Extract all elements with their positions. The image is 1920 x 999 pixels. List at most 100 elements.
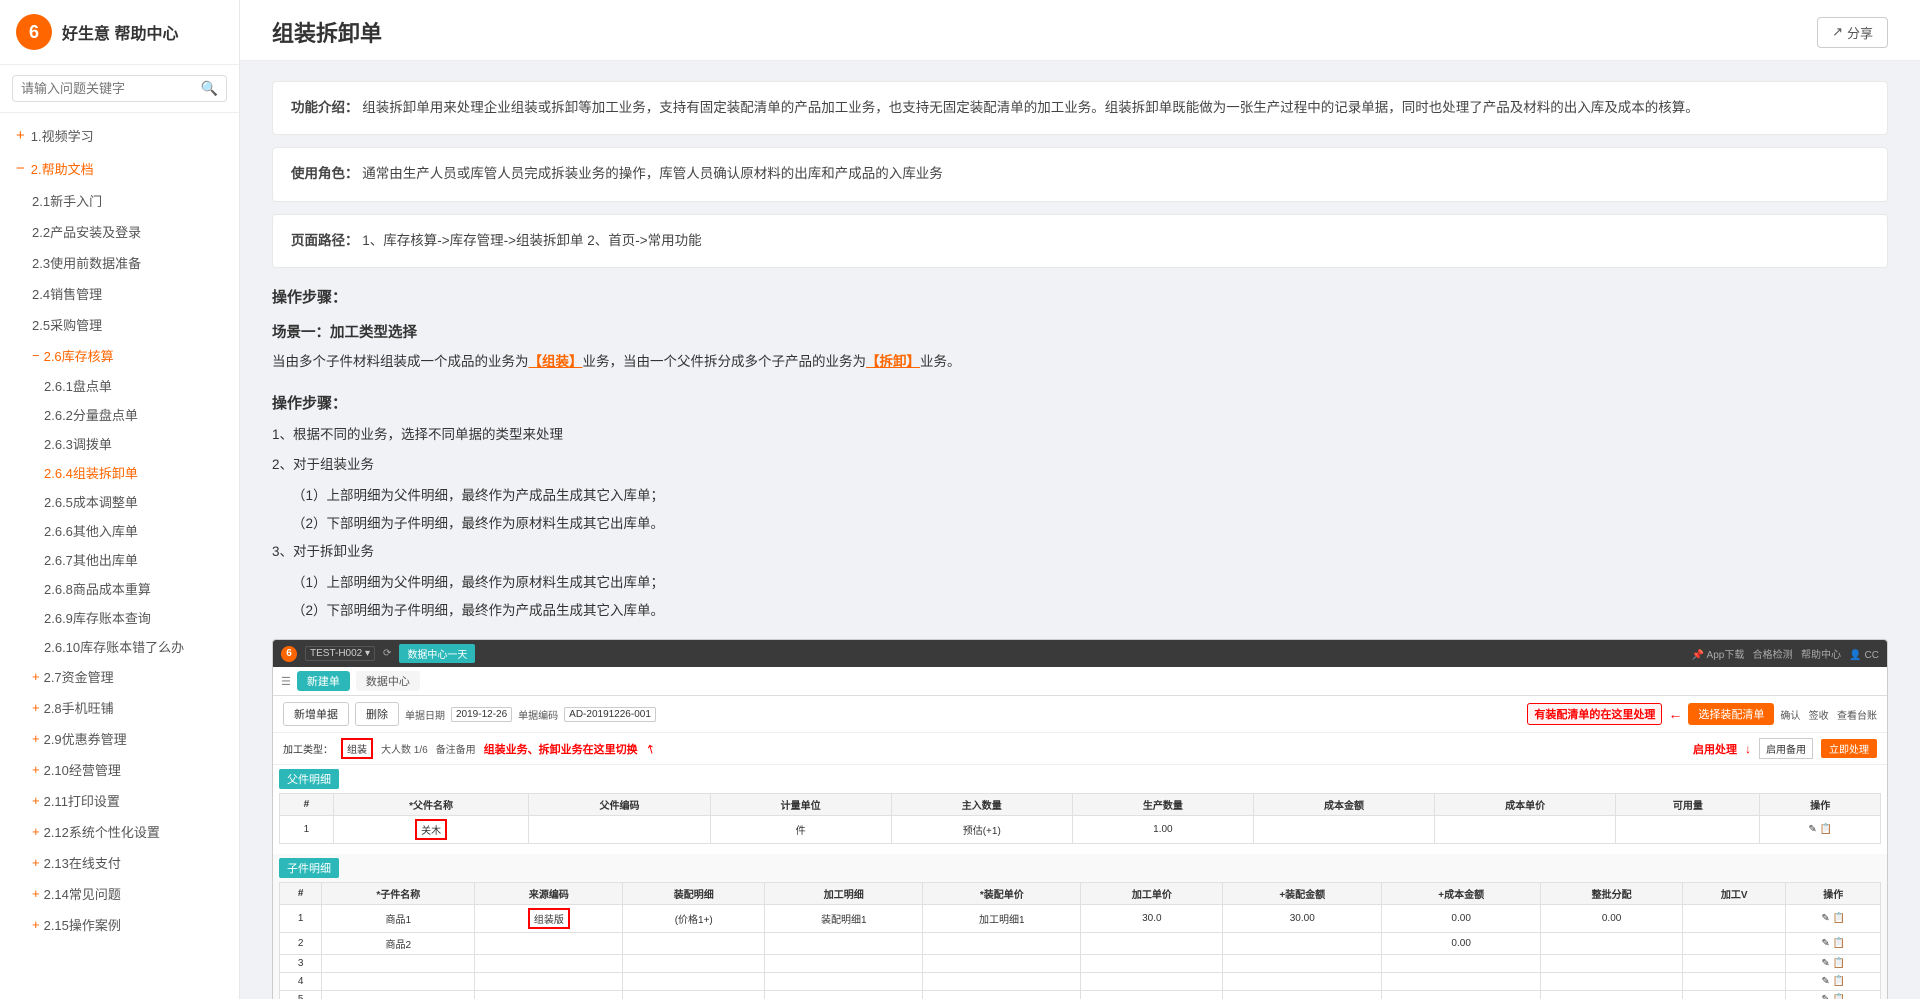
sidebar-item-label: 2.帮助文档 — [31, 159, 94, 178]
ss-child-row-1: 1 商品1 组装版 (价格1+) 装配明细1 加工明细1 30.0 30.00 … — [280, 905, 1881, 933]
path-block: 页面路径： 1、库存核算->库存管理->组装拆卸单 2、首页->常用功能 — [272, 214, 1888, 268]
ss-child-row-5: 5✎ 📋 — [280, 991, 1881, 999]
step-2-sub2: （2）下部明细为子件明细，最终作为原材料生成其它出库单。 — [292, 512, 1888, 536]
logo-icon: 6 — [16, 14, 52, 50]
ss-child-section-label: 子件明细 — [279, 858, 339, 878]
step-2-sub1: （1）上部明细为父件明细，最终作为产成品生成其它入库单； — [292, 484, 1888, 508]
role-text: 通常由生产人员或库管人员完成拆装业务的操作，库管人员确认原材料的出库和产成品的入… — [362, 166, 943, 181]
step-3: 3、对于拆卸业务 — [272, 540, 1888, 564]
arrow-icon-2: ↖ — [643, 740, 659, 757]
plus-icon: + — [16, 127, 25, 144]
ss-child-table-area: 子件明细 # *子件名称 来源编码 装配明细 加工明细 *装配单价 加工单价 +… — [273, 854, 1887, 999]
sidebar-item-2-6-3[interactable]: 2.6.3调拨单 — [0, 429, 239, 458]
search-area: 🔍 — [0, 65, 239, 113]
ss-parent-table-area: 父件明细 # *父件名称 父件编码 计量单位 主入数量 生产数量 成本金额 成本… — [273, 765, 1887, 854]
ss-code-field[interactable]: AD-20191226-001 — [564, 707, 656, 722]
path-text: 1、库存核算->库存管理->组装拆卸单 2、首页->常用功能 — [362, 233, 701, 248]
sidebar-item-2-6-5[interactable]: 2.6.5成本调整单 — [0, 487, 239, 516]
ss-account-dropdown: TEST-H002 ▾ — [305, 646, 375, 661]
ss-submit-btn[interactable]: 立即处理 — [1821, 739, 1877, 758]
arrow-icon-3: ↓ — [1745, 742, 1751, 756]
sidebar-item-2-6-4[interactable]: 2.6.4组装拆卸单 — [0, 458, 239, 487]
ss-child-table: # *子件名称 来源编码 装配明细 加工明细 *装配单价 加工单价 +装配金额 … — [279, 882, 1881, 999]
page-title: 组装拆卸单 — [272, 16, 382, 48]
sidebar-item-2-15[interactable]: + 2.15操作案例 — [0, 909, 239, 940]
ss-side-icons: ☰ — [281, 675, 291, 688]
ss-type-value: 组装 — [341, 738, 373, 759]
search-input[interactable] — [21, 81, 201, 96]
step-3-sub1: （1）上部明细为父件明细，最终作为原材料生成其它出库单； — [292, 571, 1888, 595]
ss-toolbar-row: 新增单据 删除 单据日期 2019-12-26 单据编码 AD-20191226… — [273, 696, 1887, 733]
sidebar-item-2-1[interactable]: 2.1新手入门 — [0, 185, 239, 216]
arrow-icon-1: ← — [1668, 706, 1682, 722]
ss-btn-delete[interactable]: 删除 — [355, 702, 399, 726]
role-block: 使用角色： 通常由生产人员或库管人员完成拆装业务的操作，库管人员确认原材料的出库… — [272, 147, 1888, 201]
scenario1-desc: 当由多个子件材料组装成一个成品的业务为【组装】业务，当由一个父件拆分成多个子产品… — [272, 350, 1888, 374]
annotation-2: 组装业务、拆卸业务在这里切换 — [484, 741, 638, 757]
ss-tab-new: 新建单 — [297, 671, 350, 691]
sidebar-item-2-6-1[interactable]: 2.6.1盘点单 — [0, 371, 239, 400]
sidebar-item-2-8[interactable]: + 2.8手机旺铺 — [0, 692, 239, 723]
ss-header-bar: 6 TEST-H002 ▾ ⟳ 数据中心一天 📌 App下载 合格检测 帮助中心… — [273, 640, 1887, 667]
ops-steps2-title: 操作步骤： — [272, 392, 1888, 413]
function-intro-label: 功能介绍： — [291, 100, 359, 115]
content-body: 功能介绍： 组装拆卸单用来处理企业组装或拆卸等加工业务，支持有固定装配清单的产品… — [240, 61, 1920, 999]
sidebar-item-2-4[interactable]: 2.4销售管理 — [0, 278, 239, 309]
sidebar-item-help[interactable]: − 2.帮助文档 — [0, 152, 239, 185]
ss-child-row-3: 3✎ 📋 — [280, 955, 1881, 973]
ss-logo: 6 — [281, 646, 297, 662]
ss-date-field[interactable]: 2019-12-26 — [451, 707, 512, 722]
sidebar-item-2-7[interactable]: + 2.7资金管理 — [0, 661, 239, 692]
sidebar-item-2-14[interactable]: + 2.14常见问题 — [0, 878, 239, 909]
content-header: 组装拆卸单 ↗ 分享 — [240, 0, 1920, 61]
sidebar-item-2-3[interactable]: 2.3使用前数据准备 — [0, 247, 239, 278]
sidebar-item-2-13[interactable]: + 2.13在线支付 — [0, 847, 239, 878]
path-label: 页面路径： — [291, 233, 359, 248]
ss-confirm-btn-area: 确认 签收 查看台账 — [1780, 707, 1877, 722]
step-2: 2、对于组装业务 — [272, 453, 1888, 477]
sidebar-item-2-6[interactable]: − 2.6库存核算 — [0, 340, 239, 371]
ss-other-fields: 备注备用 — [436, 741, 476, 756]
ss-btn-assembly[interactable]: 选择装配清单 — [1688, 703, 1774, 725]
ss-child-row-2: 2 商品2 0.00 ✎ 📋 — [280, 933, 1881, 955]
ss-tab-data: 数据中心 — [356, 671, 420, 691]
step-1: 1、根据不同的业务，选择不同单据的类型来处理 — [272, 423, 1888, 447]
sidebar-item-2-12[interactable]: + 2.12系统个性化设置 — [0, 816, 239, 847]
scenario1-title: 场景一：加工类型选择 — [272, 321, 1888, 342]
share-button[interactable]: ↗ 分享 — [1817, 17, 1888, 48]
share-icon: ↗ — [1832, 24, 1843, 40]
ops-steps-title: 操作步骤： — [272, 286, 1888, 307]
logo-area: 6 好生意 帮助中心 — [0, 0, 239, 65]
ss-parent-row-1: 1 关木 件 预估(+1) 1.00 ✎ 📋 — [280, 816, 1881, 844]
sidebar-item-2-6-10[interactable]: 2.6.10库存账本错了么办 — [0, 632, 239, 661]
minus-icon-2-6: − — [32, 348, 40, 363]
main-content: 组装拆卸单 ↗ 分享 功能介绍： 组装拆卸单用来处理企业组装或拆卸等加工业务，支… — [240, 0, 1920, 999]
sidebar-item-2-2[interactable]: 2.2产品安装及登录 — [0, 216, 239, 247]
step-3-sub2: （2）下部明细为子件明细，最终作为产成品生成其它入库单。 — [292, 599, 1888, 623]
screenshot-mockup: 6 TEST-H002 ▾ ⟳ 数据中心一天 📌 App下载 合格检测 帮助中心… — [272, 639, 1888, 999]
search-box[interactable]: 🔍 — [12, 75, 227, 102]
ss-btn-new[interactable]: 新增单据 — [283, 702, 349, 726]
ss-parent-section-label: 父件明细 — [279, 769, 339, 789]
ss-enable-field: 启用备用 — [1759, 738, 1813, 759]
function-intro-text: 组装拆卸单用来处理企业组装或拆卸等加工业务，支持有固定装配清单的产品加工业务，也… — [362, 100, 1699, 115]
sidebar-item-2-6-8[interactable]: 2.6.8商品成本重算 — [0, 574, 239, 603]
sidebar-item-2-6-2[interactable]: 2.6.2分量盘点单 — [0, 400, 239, 429]
sidebar-item-video[interactable]: + 1.视频学习 — [0, 119, 239, 152]
sidebar-item-2-9[interactable]: + 2.9优惠券管理 — [0, 723, 239, 754]
sidebar-item-2-6-7[interactable]: 2.6.7其他出库单 — [0, 545, 239, 574]
ss-top-icons: 📌 App下载 合格检测 帮助中心 👤 CC — [1692, 646, 1879, 661]
sidebar-item-label: 1.视频学习 — [31, 126, 94, 145]
nav-list: + 1.视频学习 − 2.帮助文档 2.1新手入门 2.2产品安装及登录 2.3… — [0, 113, 239, 999]
search-icon[interactable]: 🔍 — [201, 80, 218, 97]
sidebar-item-2-6-6[interactable]: 2.6.6其他入库单 — [0, 516, 239, 545]
sidebar-item-2-10[interactable]: + 2.10经营管理 — [0, 754, 239, 785]
ss-parent-table: # *父件名称 父件编码 计量单位 主入数量 生产数量 成本金额 成本单价 可用… — [279, 793, 1881, 844]
app-title: 好生意 帮助中心 — [62, 20, 178, 44]
ss-sub-nav: ☰ 新建单 数据中心 — [273, 667, 1887, 696]
ss-child-row-4: 4✎ 📋 — [280, 973, 1881, 991]
sidebar: 6 好生意 帮助中心 🔍 + 1.视频学习 − 2.帮助文档 2.1新手入门 2… — [0, 0, 240, 999]
sidebar-item-2-11[interactable]: + 2.11打印设置 — [0, 785, 239, 816]
sidebar-item-2-5[interactable]: 2.5采购管理 — [0, 309, 239, 340]
sidebar-item-2-6-9[interactable]: 2.6.9库存账本查询 — [0, 603, 239, 632]
